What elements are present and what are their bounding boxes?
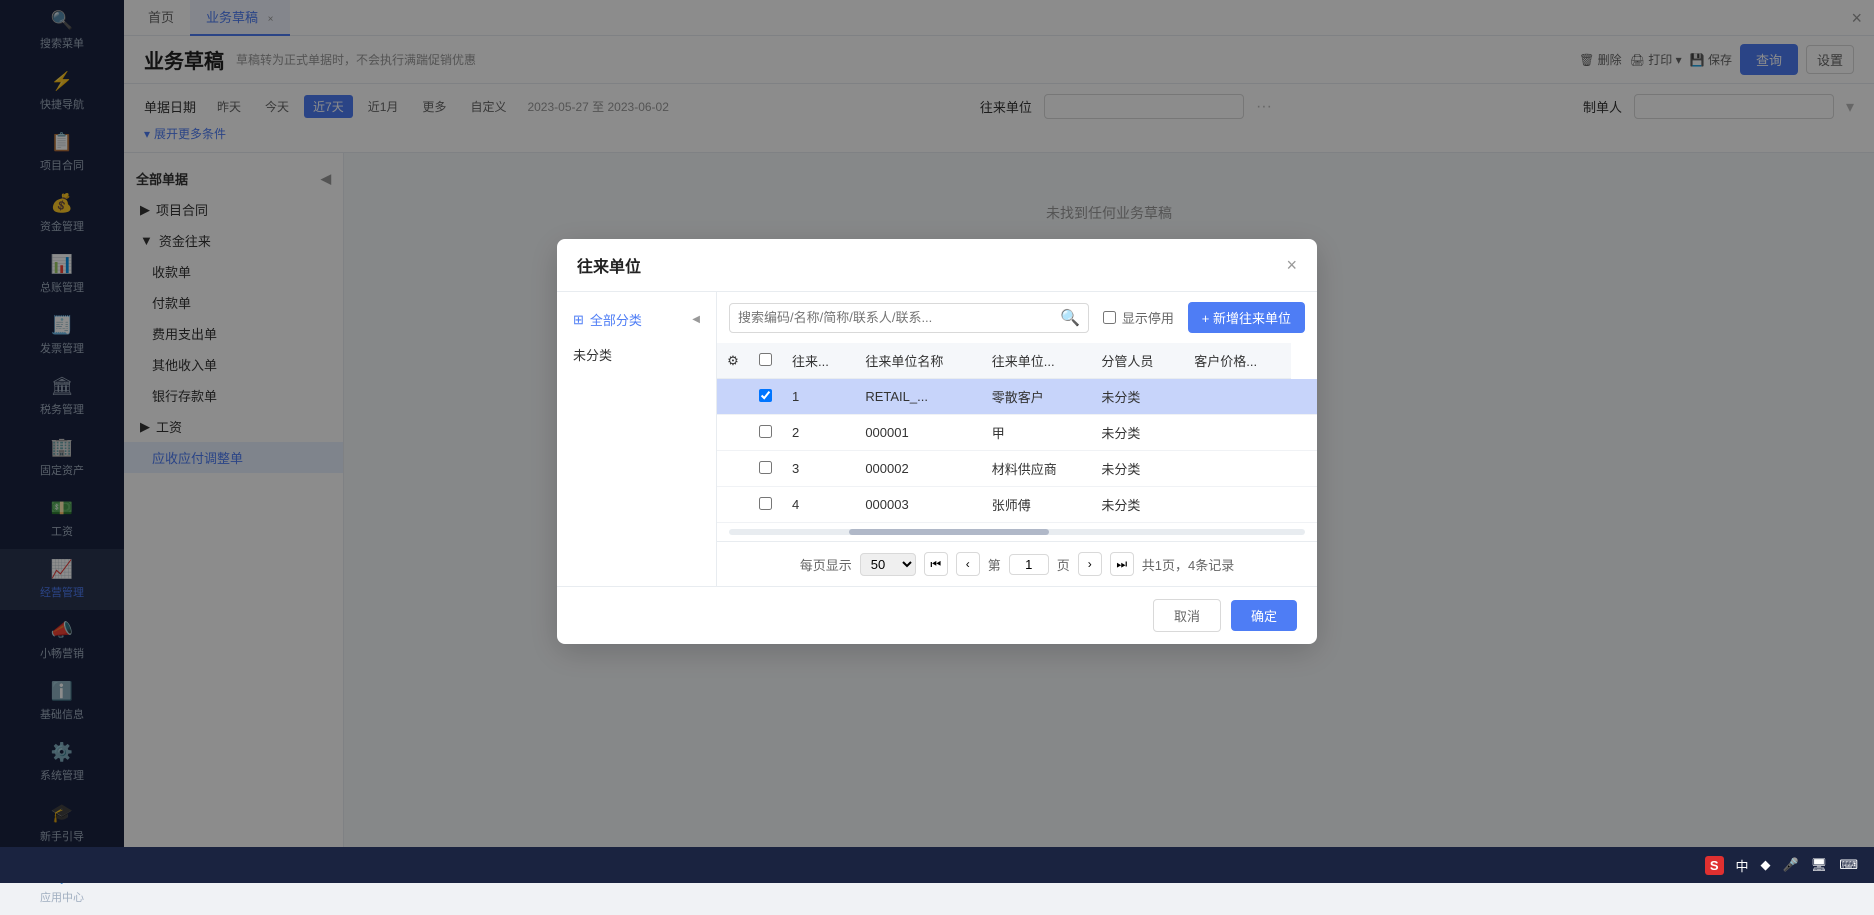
row-2-setting [717,415,749,451]
dialog-tree-item-uncategorized[interactable]: 未分类 [557,337,716,372]
row-1-code: RETAIL_... [855,379,981,415]
grid-icon: ⊞ [573,312,584,328]
row-3-name: 材料供应商 [982,451,1092,487]
add-partner-button[interactable]: + 新增往来单位 [1188,302,1305,333]
dialog-table: ⚙ 往来... 往来单位名称 往来单位... 分管人员 客户价格... [717,343,1317,523]
row-2-name: 甲 [982,415,1092,451]
row-2-no: 2 [782,415,855,451]
row-2-code: 000001 [855,415,981,451]
partner-table: ⚙ 往来... 往来单位名称 往来单位... 分管人员 客户价格... [717,343,1317,523]
row-4-price [1291,487,1317,523]
row-2-manager [1184,415,1291,451]
confirm-button[interactable]: 确定 [1231,600,1297,631]
dialog-toolbar: 🔍 显示停用 + 新增往来单位 [717,292,1317,343]
cancel-button[interactable]: 取消 [1153,599,1221,632]
page-unit-label: 页 [1057,555,1070,574]
col-manager-header: 分管人员 [1091,343,1184,379]
show-disabled-checkbox[interactable] [1103,311,1116,324]
col-category-header: 往来单位... [982,343,1092,379]
row-4-manager [1184,487,1291,523]
row-4-setting [717,487,749,523]
row-1-category: 未分类 [1091,379,1184,415]
col-code-header: 往来... [782,343,855,379]
row-2-category: 未分类 [1091,415,1184,451]
row-1-manager [1184,379,1291,415]
dialog-header: 往来单位 × [557,239,1317,292]
row-3-setting [717,451,749,487]
dialog-footer: 取消 确定 [557,586,1317,644]
row-3-price [1291,451,1317,487]
search-input[interactable] [738,310,1054,325]
taskbar-keyboard-icon[interactable]: ⌨ [1839,857,1858,873]
table-row[interactable]: 3 000002 材料供应商 未分类 [717,451,1317,487]
tree-collapse-icon[interactable]: ◀ [692,314,700,325]
row-2-check[interactable] [749,415,782,451]
row-1-check[interactable] [749,379,782,415]
col-check-header [749,343,782,379]
taskbar-mic-icon[interactable]: 🎤 [1783,857,1799,873]
row-3-manager [1184,451,1291,487]
row-1-price [1291,379,1317,415]
taskbar-diamond-icon[interactable]: ◆ [1761,857,1771,873]
taskbar-s-icon[interactable]: S [1705,856,1724,875]
row-4-check[interactable] [749,487,782,523]
taskbar-lang-icon[interactable]: 中 [1736,856,1749,875]
col-price-header: 客户价格... [1184,343,1291,379]
taskbar: S 中 ◆ 🎤 🖥 ⌨ [0,847,1874,883]
row-4-category: 未分类 [1091,487,1184,523]
dialog: 往来单位 × ⊞ 全部分类 ◀ 未分类 [557,239,1317,644]
row-1-setting [717,379,749,415]
row-3-check[interactable] [749,451,782,487]
col-settings-header: ⚙ [717,343,749,379]
search-box: 🔍 [729,303,1089,333]
row-3-no: 3 [782,451,855,487]
dialog-overlay: 往来单位 × ⊞ 全部分类 ◀ 未分类 [0,0,1874,883]
dialog-body: ⊞ 全部分类 ◀ 未分类 🔍 显示停用 [557,292,1317,586]
row-1-name: 零散客户 [982,379,1092,415]
select-all-checkbox[interactable] [759,353,772,366]
search-icon: 🔍 [1060,308,1080,328]
total-info: 共1页，4条记录 [1142,555,1234,574]
row-4-name: 张师傅 [982,487,1092,523]
page-number-input[interactable] [1009,554,1049,575]
row-3-code: 000002 [855,451,981,487]
show-disabled: 显示停用 [1103,308,1174,327]
dialog-tree-item-all[interactable]: ⊞ 全部分类 ◀ [557,302,716,337]
row-4-code: 000003 [855,487,981,523]
row-4-no: 4 [782,487,855,523]
row-3-category: 未分类 [1091,451,1184,487]
table-row[interactable]: 1 RETAIL_... 零散客户 未分类 [717,379,1317,415]
row-1-no: 1 [782,379,855,415]
first-page-button[interactable]: ⏮ [924,552,948,576]
next-page-button[interactable]: › [1078,552,1102,576]
table-row[interactable]: 2 000001 甲 未分类 [717,415,1317,451]
dialog-tree: ⊞ 全部分类 ◀ 未分类 [557,292,717,586]
per-page-label: 每页显示 [800,555,852,574]
last-page-button[interactable]: ⏭ [1110,552,1134,576]
per-page-select[interactable]: 50 20 100 [860,553,916,576]
table-row[interactable]: 4 000003 张师傅 未分类 [717,487,1317,523]
scrollbar-thumb[interactable] [849,529,1049,535]
dialog-close-button[interactable]: × [1286,255,1297,276]
prev-page-button[interactable]: ‹ [956,552,980,576]
taskbar-screen-icon[interactable]: 🖥 [1811,857,1828,873]
row-2-price [1291,415,1317,451]
page-label: 第 [988,555,1001,574]
dialog-main: 🔍 显示停用 + 新增往来单位 ⚙ [717,292,1317,586]
dialog-title: 往来单位 [577,253,641,277]
horizontal-scrollbar[interactable] [717,523,1317,541]
show-disabled-label: 显示停用 [1122,308,1174,327]
dialog-pagination: 每页显示 50 20 100 ⏮ ‹ 第 页 › ⏭ 共1页，4条记录 [717,541,1317,586]
table-header-row: ⚙ 往来... 往来单位名称 往来单位... 分管人员 客户价格... [717,343,1317,379]
col-name-header: 往来单位名称 [855,343,981,379]
sidebar-item-app-center-label: 应用中心 [40,889,84,905]
